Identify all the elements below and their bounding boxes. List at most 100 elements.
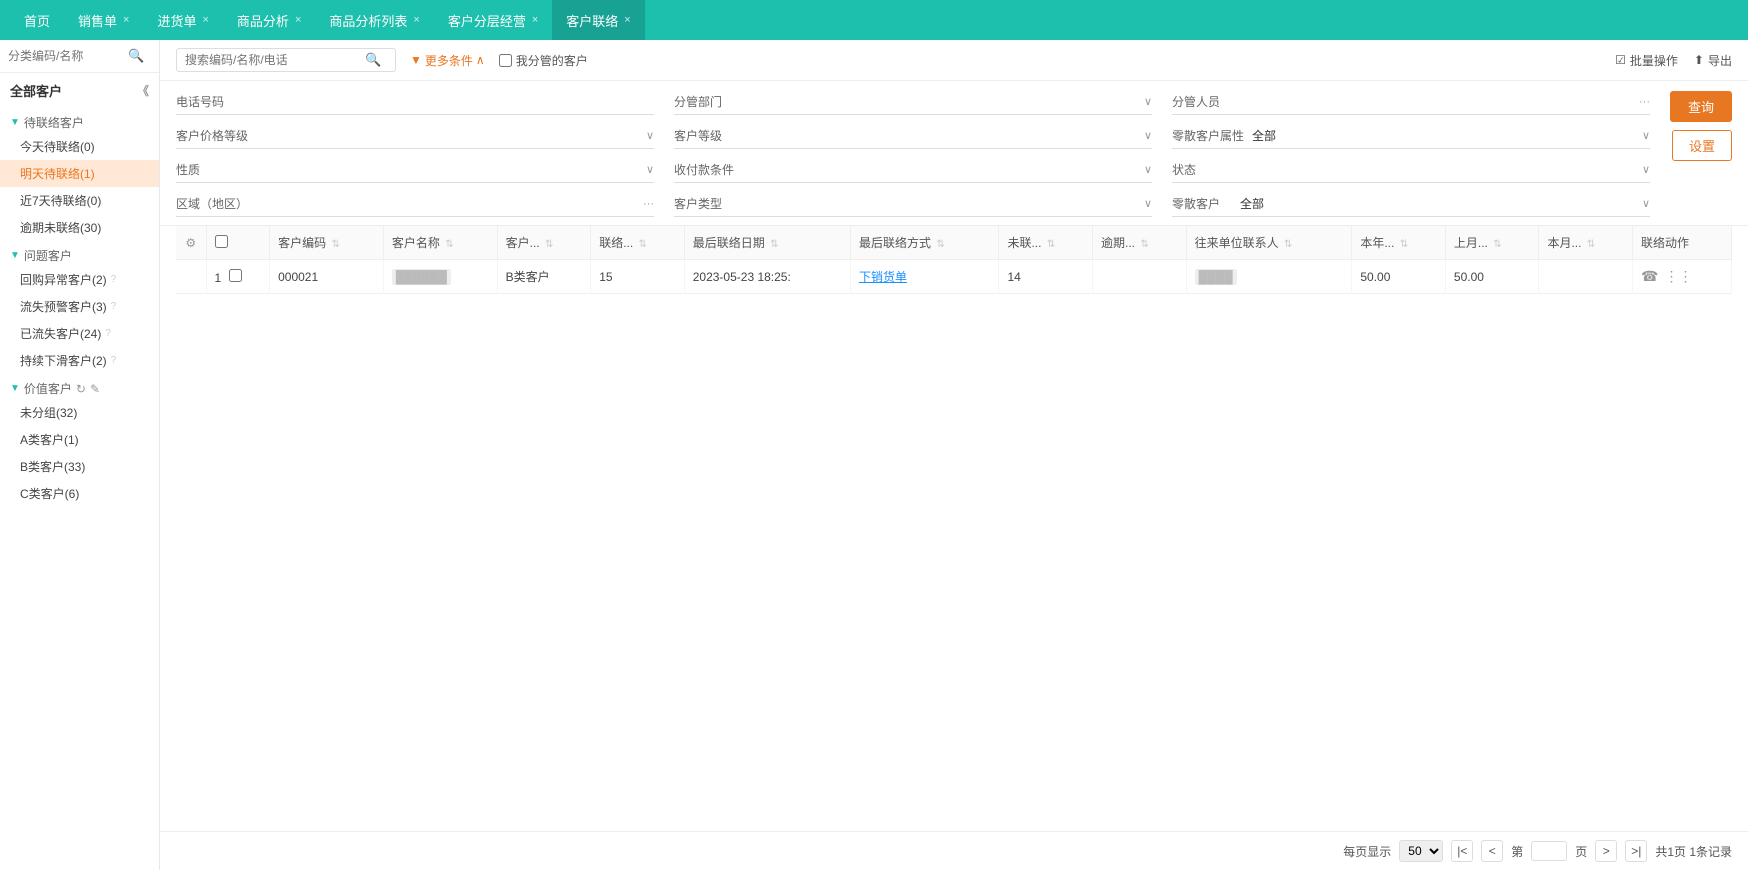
sidebar-item-declining[interactable]: 持续下滑客户(2) ? [0,347,159,374]
sidebar-item-class-c[interactable]: C类客户(6) [0,480,159,507]
help-icon-1: ? [111,274,117,285]
row-last-method: 下销货单 [851,260,999,294]
nav-product-analysis-list[interactable]: 商品分析列表 × [315,0,433,40]
value-customers-group: ▼ 价值客户 ↻ ✎ [0,374,159,399]
contact-method-link[interactable]: 下销货单 [859,270,907,284]
filter-status-label: 状态 [1172,161,1232,178]
region-dots[interactable]: ··· [643,198,654,210]
sort-icon-year: ⇅ [1400,239,1408,250]
batch-button[interactable]: ☑ 批量操作 [1615,52,1678,69]
sidebar-item-class-a[interactable]: A类客户(1) [0,426,159,453]
sidebar-item-overdue-contact[interactable]: 逾期未联络(30) [0,214,159,241]
close-customer-contact-tab[interactable]: × [624,14,630,26]
row-this-month [1539,260,1633,294]
nav-purchase[interactable]: 进货单 × [143,0,222,40]
filter-button[interactable]: ▼ 更多条件 ∧ [404,49,491,72]
sidebar-item-7days-contact[interactable]: 近7天待联络(0) [0,187,159,214]
triangle-icon: ▼ [10,117,20,128]
filter-phone: 电话号码 [176,89,654,115]
nav-customer-contact[interactable]: 客户联络 × [552,0,644,40]
filter-payment-label: 收付款条件 [674,161,734,178]
row-index: 1 [215,271,222,285]
filter-payment: 收付款条件 ∨ [674,157,1152,183]
nav-product-analysis[interactable]: 商品分析 × [223,0,315,40]
page-number-input[interactable]: 1 [1531,841,1567,861]
sidebar-search-input[interactable] [8,49,128,63]
row-company-contact: ████ [1186,260,1352,294]
refresh-icon[interactable]: ↻ [76,382,86,396]
select-all-checkbox[interactable] [215,235,228,248]
next-page-button[interactable]: > [1595,840,1617,862]
filter-manager-label: 分管人员 [1172,93,1232,110]
close-product-analysis-tab[interactable]: × [295,14,301,26]
sidebar-search-area: 🔍 [0,40,159,73]
content-area: 🔍 ▼ 更多条件 ∧ 我分管的客户 ☑ 批量操作 ⬆ 导出 [160,40,1748,870]
col-uncontacted: 未联... ⇅ [999,226,1093,260]
col-settings[interactable]: ⚙ [176,226,206,260]
query-button[interactable]: 查询 [1670,91,1732,122]
filter-row-3: 性质 ∨ 收付款条件 ∨ 状态 ∨ [176,157,1670,183]
close-sales-tab[interactable]: × [123,14,129,26]
row-settings [176,260,206,294]
close-product-analysis-list-tab[interactable]: × [413,14,419,26]
close-customer-tiering-tab[interactable]: × [532,14,538,26]
status-arrow-icon: ∨ [1642,163,1650,176]
search-icon[interactable]: 🔍 [365,52,381,68]
sidebar-item-ungrouped[interactable]: 未分组(32) [0,399,159,426]
col-this-month: 本月... ⇅ [1539,226,1633,260]
prev-page-button[interactable]: < [1481,840,1503,862]
customer-type-arrow-icon: ∨ [1144,197,1152,210]
nature-arrow-icon: ∨ [646,163,654,176]
all-customers-header[interactable]: 全部客户 《 [0,73,159,108]
nav-sales[interactable]: 销售单 × [64,0,143,40]
search-input[interactable] [185,53,365,67]
close-purchase-tab[interactable]: × [202,14,208,26]
nav-customer-tiering[interactable]: 客户分层经营 × [434,0,552,40]
per-page-label: 每页显示 [1343,843,1391,860]
sidebar-item-churned[interactable]: 已流失客户(24) ? [0,320,159,347]
export-button[interactable]: ⬆ 导出 [1694,52,1732,69]
filter-price-level: 客户价格等级 ∨ [176,123,654,149]
sidebar-item-tomorrow-contact[interactable]: 明天待联络(1) [0,160,159,187]
manager-dots[interactable]: ··· [1639,96,1650,108]
sort-icon-code: ⇅ [331,239,339,250]
customer-level-arrow-icon: ∨ [1144,129,1152,142]
sidebar-item-today-contact[interactable]: 今天待联络(0) [0,133,159,160]
row-select-checkbox[interactable] [229,269,242,282]
more-action-icon[interactable]: ⋮⋮ [1664,268,1692,285]
filter-retail-customer-value: 全部 [1240,195,1638,212]
sidebar-item-class-b[interactable]: B类客户(33) [0,453,159,480]
sidebar-item-repurchase-abnormal[interactable]: 回购异常客户(2) ? [0,266,159,293]
col-this-year: 本年... ⇅ [1352,226,1446,260]
sort-icon-this-month: ⇅ [1587,239,1595,250]
sort-icon-date: ⇅ [770,239,778,250]
row-checkbox: 1 [206,260,270,294]
company-contact-masked: ████ [1195,269,1237,285]
filter-retail-customer-label: 零散客户 [1172,195,1232,212]
filter-nature-label: 性质 [176,161,236,178]
sidebar-item-churn-warning[interactable]: 流失预警客户(3) ? [0,293,159,320]
per-page-select[interactable]: 50 [1399,840,1443,862]
table-row: 1 000021 ██████ B类客户 15 [176,260,1732,294]
first-page-button[interactable]: |< [1451,840,1473,862]
col-company-contact: 往来单位联系人 ⇅ [1186,226,1352,260]
filter-nature: 性质 ∨ [176,157,654,183]
filter-retail-customer: 零散客户 全部 ∨ [1172,191,1650,217]
problem-customers-group: ▼ 问题客户 [0,241,159,266]
nav-home[interactable]: 首页 [10,0,64,40]
last-page-button[interactable]: >| [1625,840,1647,862]
settings-button[interactable]: 设置 [1672,130,1732,161]
my-customers-checkbox[interactable] [499,54,512,67]
col-type: 客户... ⇅ [497,226,591,260]
sort-icon-method: ⇅ [936,239,944,250]
col-code: 客户编码 ⇅ [270,226,384,260]
retail-attr-arrow-icon: ∨ [1642,129,1650,142]
help-icon-2: ? [111,301,117,312]
edit-icon[interactable]: ✎ [90,382,100,396]
customer-table: ⚙ 客户编码 ⇅ 客户名称 ⇅ 客户... ⇅ [176,226,1732,294]
contact-action-icon[interactable]: ☎ [1641,268,1658,285]
sort-icon-uncontacted: ⇅ [1047,239,1055,250]
row-uncontacted: 14 [999,260,1093,294]
sort-icon-type: ⇅ [545,239,553,250]
filter-row-4: 区域（地区） ··· 客户类型 ∨ 零散客户 全部 ∨ [176,191,1670,217]
